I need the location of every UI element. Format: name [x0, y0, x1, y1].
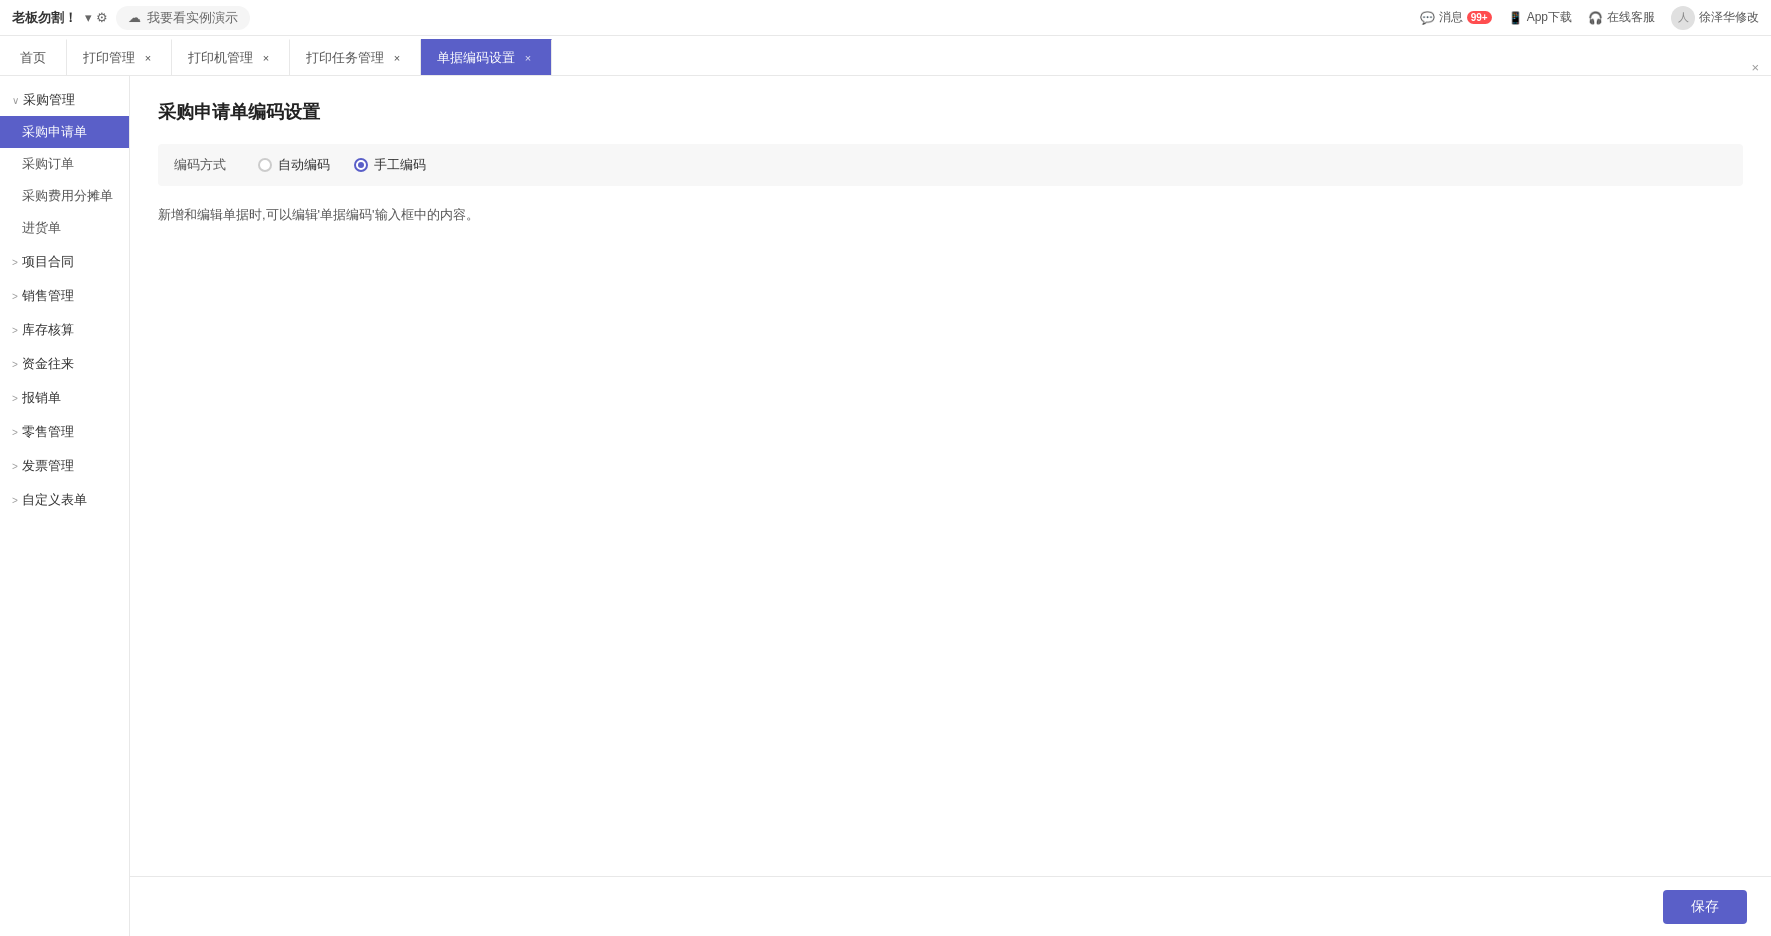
online-service-button[interactable]: 🎧 在线客服 — [1588, 9, 1655, 26]
chevron-icon: > — [12, 257, 18, 268]
sidebar-group-purchase: ∨ 采购管理 采购申请单 采购订单 采购费用分摊单 进货单 — [0, 84, 129, 244]
sidebar-group-retail-label: 零售管理 — [22, 423, 74, 441]
sidebar-group-custom-form-label: 自定义表单 — [22, 491, 87, 509]
chevron-icon: > — [12, 359, 18, 370]
auto-code-label: 自动编码 — [278, 156, 330, 174]
sidebar-group-invoice-header[interactable]: > 发票管理 — [0, 450, 129, 482]
tab-coding-settings[interactable]: 单据编码设置 × — [421, 39, 552, 75]
headset-icon: 🎧 — [1588, 11, 1603, 25]
tab-home-label: 首页 — [20, 49, 46, 67]
chevron-icon: > — [12, 325, 18, 336]
sidebar-group-project: > 项目合同 — [0, 246, 129, 278]
coding-mode-label: 编码方式 — [174, 156, 234, 174]
tab-home[interactable]: 首页 — [0, 39, 67, 75]
sidebar-group-capital-label: 资金往来 — [22, 355, 74, 373]
sidebar-group-purchase-label: 采购管理 — [23, 91, 75, 109]
content-area: 采购申请单编码设置 编码方式 自动编码 手工编码 新增和编辑单据时,可以编辑'单… — [130, 76, 1771, 936]
top-bar-right: 💬 消息 99+ 📱 App下载 🎧 在线客服 人 徐泽华修改 — [1420, 6, 1759, 30]
search-bar[interactable]: ☁ 我要看实例演示 — [116, 6, 250, 30]
chevron-icon: > — [12, 495, 18, 506]
sidebar-item-purchase-request-label: 采购申请单 — [22, 124, 87, 139]
sidebar-group-sales-label: 销售管理 — [22, 287, 74, 305]
sidebar-item-purchase-receipt-label: 进货单 — [22, 220, 61, 235]
tab-coding-settings-close[interactable]: × — [521, 51, 535, 65]
manual-code-option[interactable]: 手工编码 — [354, 156, 426, 174]
sidebar-group-sales: > 销售管理 — [0, 280, 129, 312]
sidebar-group-expense-report-header[interactable]: > 报销单 — [0, 382, 129, 414]
tab-printer-management[interactable]: 打印机管理 × — [172, 39, 290, 75]
sidebar-group-retail-header[interactable]: > 零售管理 — [0, 416, 129, 448]
sidebar-group-sales-header[interactable]: > 销售管理 — [0, 280, 129, 312]
message-label: 消息 — [1439, 9, 1463, 26]
sidebar-group-custom-form: > 自定义表单 — [0, 484, 129, 516]
tab-printer-management-close[interactable]: × — [259, 51, 273, 65]
content-footer: 保存 — [130, 876, 1771, 936]
chevron-icon: > — [12, 393, 18, 404]
save-button[interactable]: 保存 — [1663, 890, 1747, 924]
settings-icon: ⚙ — [96, 10, 108, 25]
user-name: 徐泽华修改 — [1699, 9, 1759, 26]
sidebar-item-purchase-request[interactable]: 采购申请单 — [0, 116, 129, 148]
sidebar-group-project-header[interactable]: > 项目合同 — [0, 246, 129, 278]
tab-bar: 首页 打印管理 × 打印机管理 × 打印任务管理 × 单据编码设置 × × — [0, 36, 1771, 76]
user-avatar-area[interactable]: 人 徐泽华修改 — [1671, 6, 1759, 30]
sidebar-group-retail: > 零售管理 — [0, 416, 129, 448]
chevron-icon: > — [12, 427, 18, 438]
search-text: 我要看实例演示 — [147, 9, 238, 27]
auto-code-radio[interactable] — [258, 158, 272, 172]
sidebar-group-invoice: > 发票管理 — [0, 450, 129, 482]
tab-print-task-close[interactable]: × — [390, 51, 404, 65]
chevron-icon: ∨ — [12, 95, 19, 106]
message-icon: 💬 — [1420, 11, 1435, 25]
sidebar-group-expense-report-label: 报销单 — [22, 389, 61, 407]
tab-print-management-label: 打印管理 — [83, 49, 135, 67]
sidebar-group-capital-header[interactable]: > 资金往来 — [0, 348, 129, 380]
page-title: 采购申请单编码设置 — [158, 100, 1743, 124]
download-icon: 📱 — [1508, 11, 1523, 25]
chevron-icon: > — [12, 291, 18, 302]
brand-dropdown[interactable]: ▾ ⚙ — [85, 10, 108, 25]
sidebar-item-purchase-expense-label: 采购费用分摊单 — [22, 188, 113, 203]
main-layout: ∨ 采购管理 采购申请单 采购订单 采购费用分摊单 进货单 > 项目合同 — [0, 76, 1771, 936]
sidebar-group-capital: > 资金往来 — [0, 348, 129, 380]
tab-coding-settings-label: 单据编码设置 — [437, 49, 515, 67]
coding-mode-row: 编码方式 自动编码 手工编码 — [158, 144, 1743, 186]
sidebar-group-invoice-label: 发票管理 — [22, 457, 74, 475]
tab-print-task[interactable]: 打印任务管理 × — [290, 39, 421, 75]
tab-print-management-close[interactable]: × — [141, 51, 155, 65]
auto-code-option[interactable]: 自动编码 — [258, 156, 330, 174]
sidebar: ∨ 采购管理 采购申请单 采购订单 采购费用分摊单 进货单 > 项目合同 — [0, 76, 130, 936]
global-close-button[interactable]: × — [1751, 60, 1771, 75]
sidebar-item-purchase-receipt[interactable]: 进货单 — [0, 212, 129, 244]
tab-print-management[interactable]: 打印管理 × — [67, 39, 172, 75]
service-label: 在线客服 — [1607, 9, 1655, 26]
sidebar-group-custom-form-header[interactable]: > 自定义表单 — [0, 484, 129, 516]
tab-printer-management-label: 打印机管理 — [188, 49, 253, 67]
sidebar-group-project-label: 项目合同 — [22, 253, 74, 271]
sidebar-group-inventory-header[interactable]: > 库存核算 — [0, 314, 129, 346]
brand-text: 老板勿割！ — [12, 9, 77, 27]
sidebar-group-inventory-label: 库存核算 — [22, 321, 74, 339]
info-text: 新增和编辑单据时,可以编辑'单据编码'输入框中的内容。 — [158, 206, 1743, 224]
content-main: 采购申请单编码设置 编码方式 自动编码 手工编码 新增和编辑单据时,可以编辑'单… — [130, 76, 1771, 876]
app-download-label: App下载 — [1527, 9, 1572, 26]
top-bar: 老板勿割！ ▾ ⚙ ☁ 我要看实例演示 💬 消息 99+ 📱 App下载 🎧 在… — [0, 0, 1771, 36]
sidebar-item-purchase-order-label: 采购订单 — [22, 156, 74, 171]
avatar: 人 — [1671, 6, 1695, 30]
sidebar-group-expense-report: > 报销单 — [0, 382, 129, 414]
sidebar-group-purchase-header[interactable]: ∨ 采购管理 — [0, 84, 129, 116]
cloud-icon: ☁ — [128, 10, 141, 25]
message-button[interactable]: 💬 消息 99+ — [1420, 9, 1492, 26]
manual-code-radio[interactable] — [354, 158, 368, 172]
sidebar-item-purchase-expense[interactable]: 采购费用分摊单 — [0, 180, 129, 212]
manual-code-label: 手工编码 — [374, 156, 426, 174]
top-bar-left: 老板勿割！ ▾ ⚙ ☁ 我要看实例演示 — [12, 6, 250, 30]
sidebar-item-purchase-order[interactable]: 采购订单 — [0, 148, 129, 180]
sidebar-group-inventory: > 库存核算 — [0, 314, 129, 346]
chevron-icon: > — [12, 461, 18, 472]
tab-print-task-label: 打印任务管理 — [306, 49, 384, 67]
chevron-down-icon: ▾ — [85, 10, 92, 25]
message-badge: 99+ — [1467, 11, 1492, 24]
app-download-button[interactable]: 📱 App下载 — [1508, 9, 1572, 26]
